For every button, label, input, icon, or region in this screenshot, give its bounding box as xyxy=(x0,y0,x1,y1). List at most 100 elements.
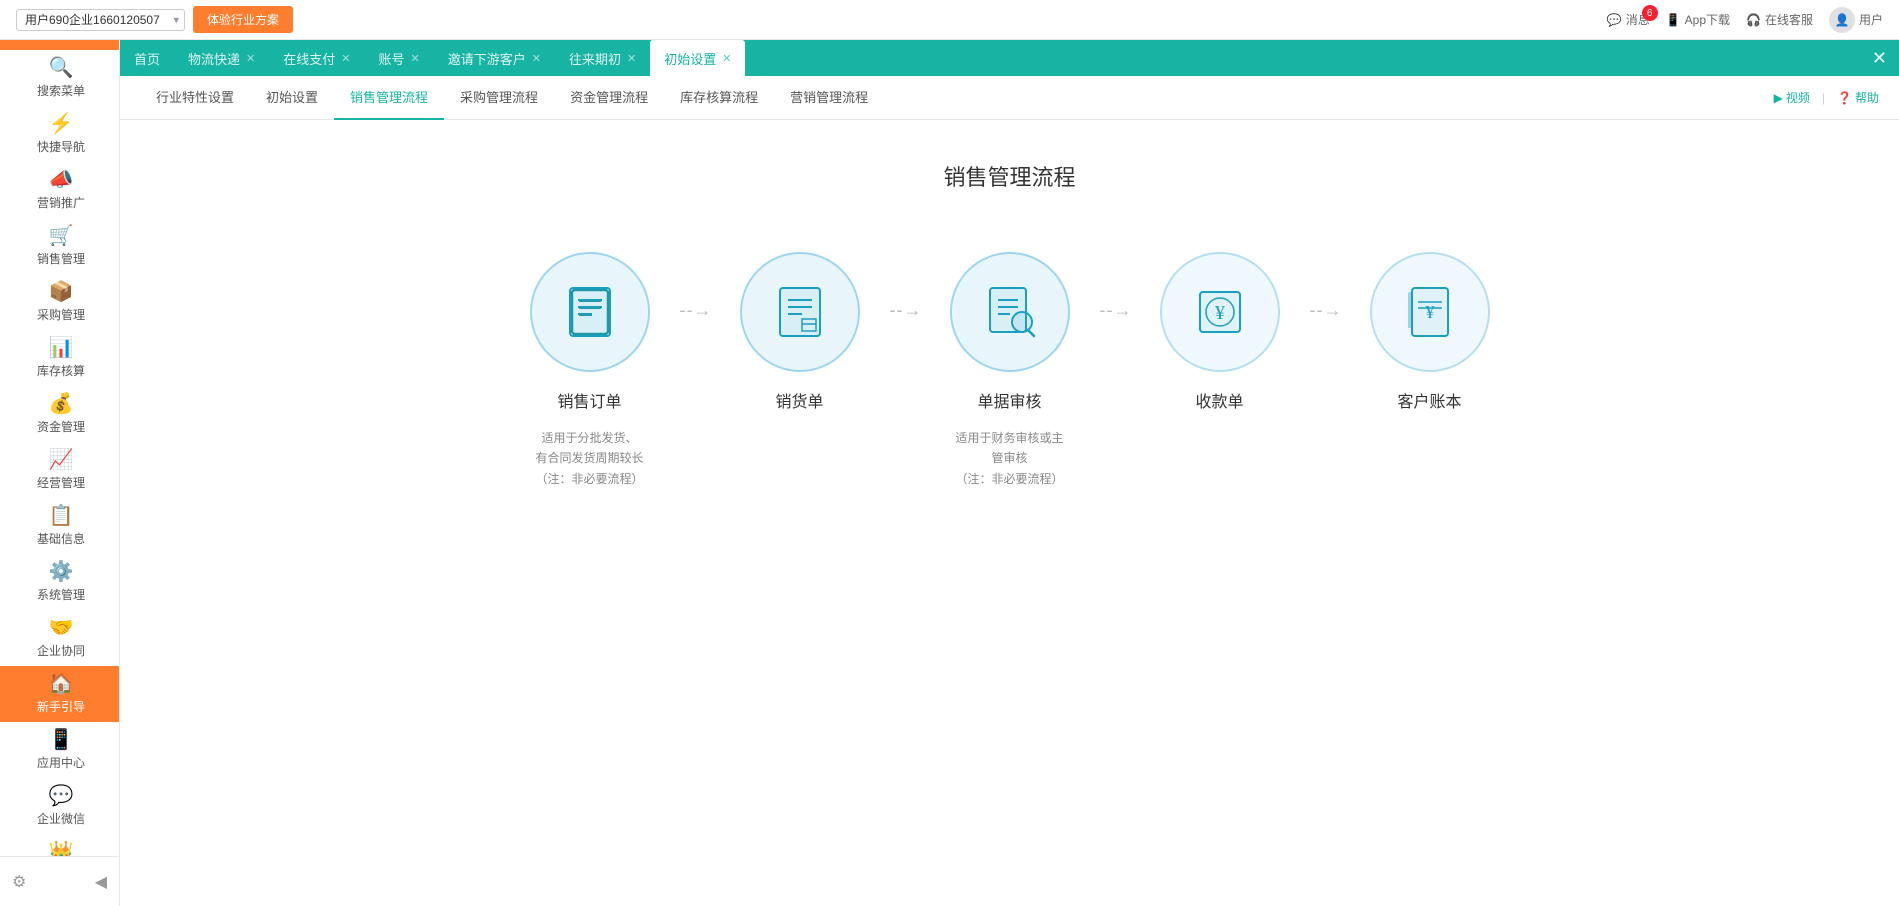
tab-home[interactable]: 首页 xyxy=(120,40,174,76)
sidebar-item-sales-management[interactable]: 🛒 销售管理 xyxy=(0,218,119,274)
sidebar-nav: 🔍 搜索菜单 ⚡ 快捷导航 📣 营销推广 🛒 销售管理 📦 采购管理 📊 库存核… xyxy=(0,50,119,856)
sidebar-item-quick-nav[interactable]: ⚡ 快捷导航 xyxy=(0,106,119,162)
sub-tab-purchase-flow[interactable]: 采购管理流程 xyxy=(444,76,554,120)
tab-close-icon[interactable]: ✕ xyxy=(532,52,541,65)
tab-close-icon[interactable]: ✕ xyxy=(411,52,420,65)
settings-icon[interactable]: ⚙ xyxy=(12,872,26,892)
sidebar-item-operations[interactable]: 📈 经营管理 xyxy=(0,442,119,498)
sidebar-item-new-guide[interactable]: 🏠 新手引导 xyxy=(0,666,119,722)
changhui-icon: 👑 xyxy=(49,842,74,857)
guide-icon: 🏠 xyxy=(49,674,74,694)
sidebar-item-enterprise-collab[interactable]: 🤝 企业协同 xyxy=(0,610,119,666)
sidebar-item-label: 经营管理 xyxy=(37,474,85,491)
sidebar-item-inventory[interactable]: 📊 库存核算 xyxy=(0,330,119,386)
sub-tab-init-settings[interactable]: 初始设置 xyxy=(250,76,334,120)
step-circle-sales-delivery[interactable] xyxy=(740,252,860,372)
sidebar-item-app-center[interactable]: 📱 应用中心 xyxy=(0,722,119,778)
app-download-icon: 📱 xyxy=(1666,13,1681,27)
sidebar-item-label: 资金管理 xyxy=(37,418,85,435)
flow-step-sales-order: 销售订单 适用于分批发货、有合同发货周期较长（注：非必要流程） xyxy=(510,252,670,489)
step-name-document-review: 单据审核 xyxy=(977,388,1041,412)
tab-close-icon[interactable]: ✕ xyxy=(627,52,636,65)
promotion-icon: 📣 xyxy=(49,170,74,190)
flow-arrow-1: - - → xyxy=(670,300,720,321)
sub-tab-industry-settings[interactable]: 行业特性设置 xyxy=(140,76,250,120)
operations-icon: 📈 xyxy=(49,450,74,470)
sidebar-item-label: 新手引导 xyxy=(37,698,85,715)
step-circle-sales-order[interactable] xyxy=(530,252,650,372)
step-name-sales-order: 销售订单 xyxy=(557,388,621,412)
sidebar-item-purchase-management[interactable]: 📦 采购管理 xyxy=(0,274,119,330)
sidebar-item-label: 企业协同 xyxy=(37,642,85,659)
message-icon-item[interactable]: 💬 消息 6 xyxy=(1607,11,1650,28)
svg-text:¥: ¥ xyxy=(1425,302,1434,322)
tab-home-label: 首页 xyxy=(134,49,160,68)
sidebar-item-label: 库存核算 xyxy=(37,362,85,379)
sidebar-item-finance[interactable]: 💰 资金管理 xyxy=(0,386,119,442)
tab-online-payment[interactable]: 在线支付 ✕ xyxy=(269,40,364,76)
tab-account[interactable]: 账号 ✕ xyxy=(364,40,433,76)
sub-tab-inventory-flow[interactable]: 库存核算流程 xyxy=(664,76,774,120)
message-icon: 💬 xyxy=(1607,13,1622,27)
nav-bar-close-button[interactable]: ✕ xyxy=(1860,48,1899,69)
flow-step-customer-ledger: ¥ 客户账本 xyxy=(1350,252,1510,428)
video-label: 视频 xyxy=(1786,89,1810,106)
step-circle-payment-receipt[interactable]: ¥ xyxy=(1160,252,1280,372)
user-selector-wrap[interactable]: 用户690企业1660120507 xyxy=(16,9,185,31)
app-center-icon: 📱 xyxy=(49,730,74,750)
sidebar-item-changhui[interactable]: 👑 畅会员 xyxy=(0,834,119,856)
video-link[interactable]: ▶ 视频 xyxy=(1774,89,1810,106)
sub-tabs: 行业特性设置 初始设置 销售管理流程 采购管理流程 资金管理流程 库存核算流程 … xyxy=(120,76,1899,120)
tab-init-settings[interactable]: 初始设置 ✕ xyxy=(650,40,745,76)
step-name-payment-receipt: 收款单 xyxy=(1195,388,1243,412)
step-circle-customer-ledger[interactable]: ¥ xyxy=(1370,252,1490,372)
sidebar-item-basic-info[interactable]: 📋 基础信息 xyxy=(0,498,119,554)
step-desc-sales-order: 适用于分批发货、有合同发货周期较长（注：非必要流程） xyxy=(535,428,643,489)
headset-icon: 🎧 xyxy=(1746,13,1761,27)
tab-close-icon[interactable]: ✕ xyxy=(722,52,731,65)
sidebar-item-label: 基础信息 xyxy=(37,530,85,547)
sidebar-item-label: 系统管理 xyxy=(37,586,85,603)
search-icon: 🔍 xyxy=(49,58,74,78)
trial-button[interactable]: 体验行业方案 xyxy=(193,6,293,33)
sidebar-item-label: 企业微信 xyxy=(37,810,85,827)
top-bar-right: 💬 消息 6 📱 App下载 🎧 在线客服 👤 用户 xyxy=(1607,7,1883,33)
tab-account-label: 账号 xyxy=(378,49,404,68)
sidebar-item-marketing-promotion[interactable]: 📣 营销推广 xyxy=(0,162,119,218)
flow-steps: 销售订单 适用于分批发货、有合同发货周期较长（注：非必要流程） - - → xyxy=(180,252,1839,489)
avatar: 👤 xyxy=(1829,7,1855,33)
tab-close-icon[interactable]: ✕ xyxy=(341,52,350,65)
user-avatar-item[interactable]: 👤 用户 xyxy=(1829,7,1883,33)
collapse-icon[interactable]: ◀ xyxy=(95,872,107,892)
flow-step-document-review: 单据审核 适用于财务审核或主管审核（注：非必要流程） xyxy=(930,252,1090,489)
sidebar-item-enterprise-wechat[interactable]: 💬 企业微信 xyxy=(0,778,119,834)
system-icon: ⚙️ xyxy=(49,562,74,582)
tab-past-period[interactable]: 往来期初 ✕ xyxy=(555,40,650,76)
flow-step-payment-receipt: ¥ 收款单 xyxy=(1140,252,1300,428)
tab-logistics-label: 物流快递 xyxy=(188,49,240,68)
main-content: 行业特性设置 初始设置 销售管理流程 采购管理流程 资金管理流程 库存核算流程 … xyxy=(120,76,1899,906)
inventory-icon: 📊 xyxy=(49,338,74,358)
help-link[interactable]: ❓ 帮助 xyxy=(1837,89,1879,106)
step-circle-document-review[interactable] xyxy=(950,252,1070,372)
sidebar-item-system[interactable]: ⚙️ 系统管理 xyxy=(0,554,119,610)
sub-tab-marketing-flow[interactable]: 营销管理流程 xyxy=(774,76,884,120)
sub-tab-sales-flow[interactable]: 销售管理流程 xyxy=(334,76,444,120)
sidebar-item-label: 搜索菜单 xyxy=(37,82,85,99)
sub-tab-finance-flow[interactable]: 资金管理流程 xyxy=(554,76,664,120)
sub-tab-label: 营销管理流程 xyxy=(790,87,868,106)
app-download-item[interactable]: 📱 App下载 xyxy=(1666,11,1730,28)
tab-init-settings-label: 初始设置 xyxy=(664,49,716,68)
user-selector[interactable]: 用户690企业1660120507 xyxy=(16,9,185,31)
nav-tabs-bar: 首页 物流快递 ✕ 在线支付 ✕ 账号 ✕ 邀请下游客户 ✕ 往来期初 ✕ 初始… xyxy=(120,40,1899,76)
svg-text:¥: ¥ xyxy=(1215,302,1225,324)
help-label: 帮助 xyxy=(1855,89,1879,106)
basic-info-icon: 📋 xyxy=(49,506,74,526)
tab-logistics[interactable]: 物流快递 ✕ xyxy=(174,40,269,76)
sales-icon: 🛒 xyxy=(49,226,74,246)
step-desc-document-review: 适用于财务审核或主管审核（注：非必要流程） xyxy=(955,428,1063,489)
tab-close-icon[interactable]: ✕ xyxy=(246,52,255,65)
tab-invite-downstream[interactable]: 邀请下游客户 ✕ xyxy=(434,40,555,76)
online-service-item[interactable]: 🎧 在线客服 xyxy=(1746,11,1813,28)
sidebar-item-search[interactable]: 🔍 搜索菜单 xyxy=(0,50,119,106)
